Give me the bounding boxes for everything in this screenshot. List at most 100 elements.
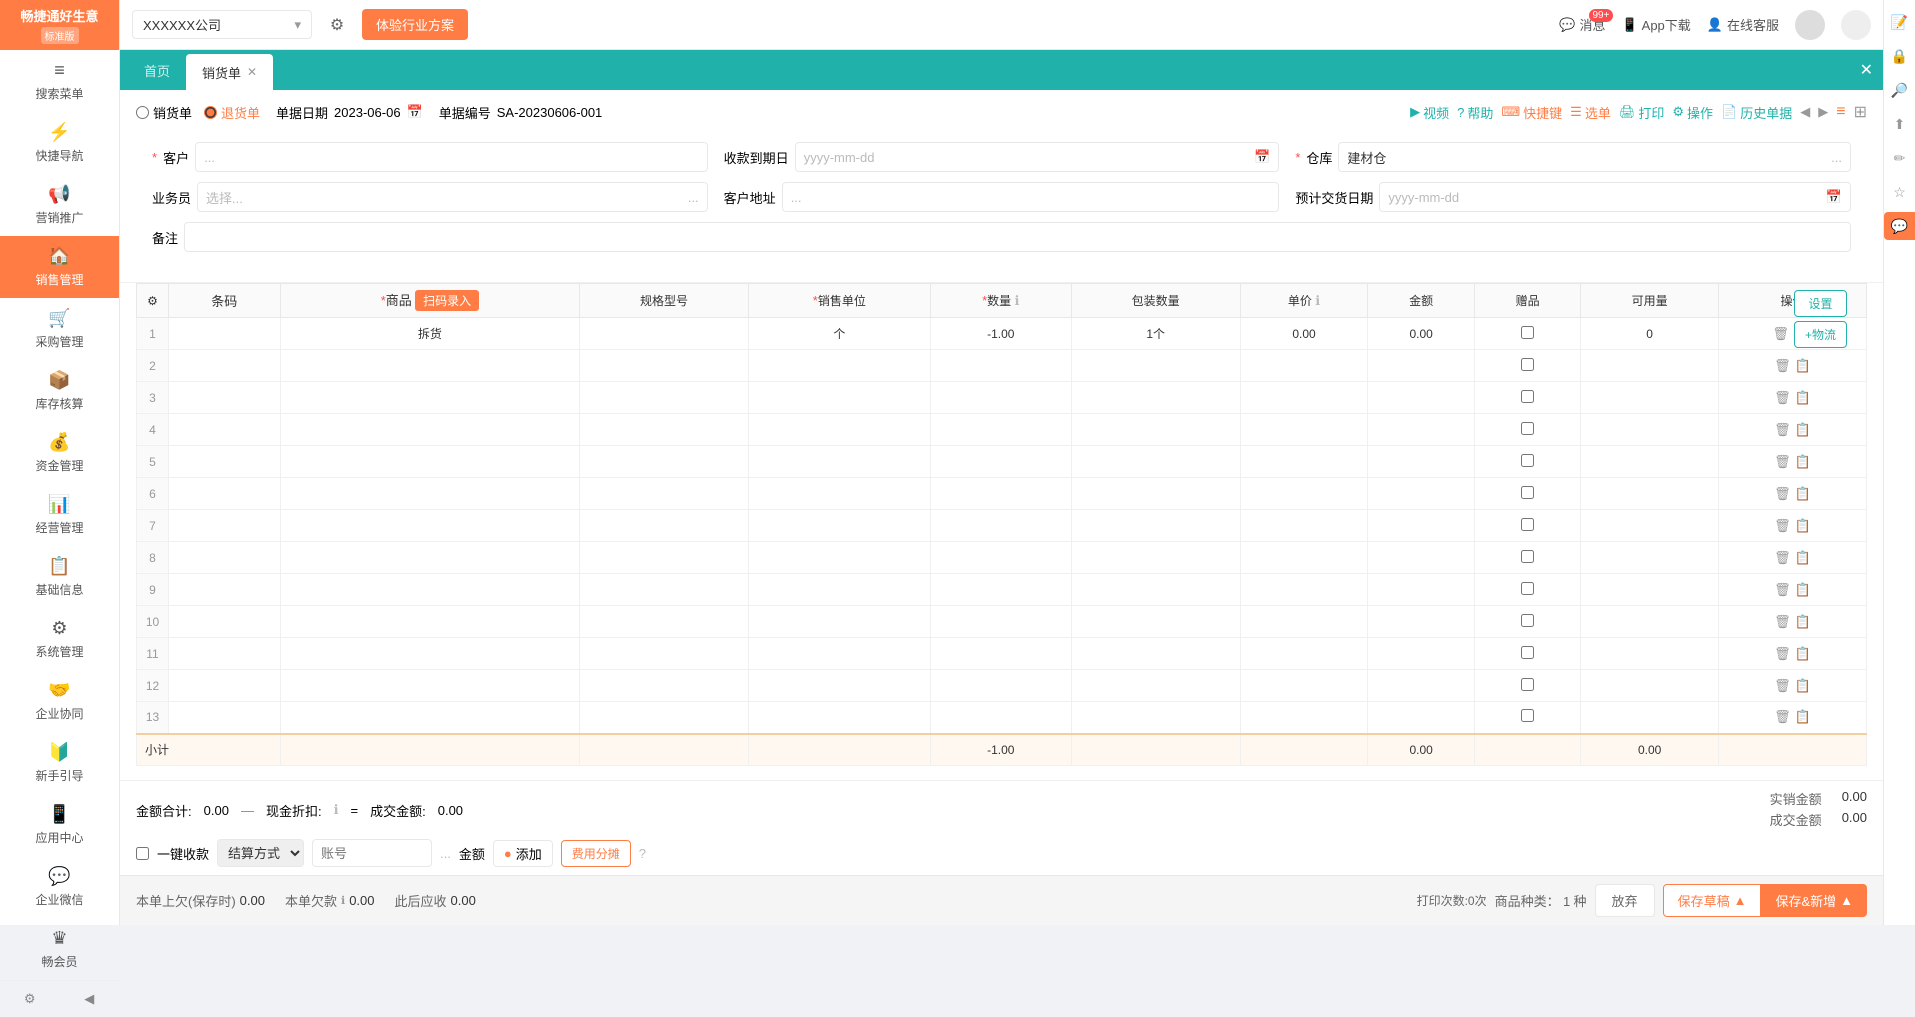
- due-date-input[interactable]: yyyy-mm-dd 📅: [795, 142, 1280, 172]
- app-download-btn[interactable]: 📱 App下载: [1621, 15, 1690, 34]
- tab-sales-order[interactable]: 销货单 ✕: [186, 54, 273, 90]
- row-1-gift-checkbox[interactable]: [1521, 326, 1534, 339]
- r2-amount[interactable]: [1368, 350, 1474, 382]
- radio-sales[interactable]: 销货单: [136, 103, 192, 122]
- tab-home[interactable]: 首页: [128, 50, 186, 90]
- row-1-gift[interactable]: [1474, 318, 1580, 350]
- r2-spec[interactable]: [580, 350, 749, 382]
- row-1-product[interactable]: 拆货: [280, 318, 580, 350]
- sidebar-item-inventory[interactable]: 📦 库存核算: [0, 360, 119, 422]
- help-btn[interactable]: ? 帮助: [1457, 103, 1493, 122]
- expected-delivery-input[interactable]: yyyy-mm-dd 📅: [1379, 182, 1851, 212]
- r2-pack[interactable]: [1071, 350, 1240, 382]
- rs-item-4[interactable]: ⬆: [1886, 110, 1914, 138]
- row-1-barcode[interactable]: [169, 318, 281, 350]
- r2-product[interactable]: [280, 350, 580, 382]
- sidebar-item-quick-nav[interactable]: ⚡ 快捷导航: [0, 112, 119, 174]
- sidebar-item-marketing[interactable]: 📢 营销推广: [0, 174, 119, 236]
- view-grid-icon[interactable]: ⊞: [1854, 102, 1867, 122]
- video-btn[interactable]: ▶ 视频: [1410, 103, 1449, 122]
- tab-close-icon[interactable]: ✕: [247, 65, 257, 79]
- bank-account-input[interactable]: [312, 839, 432, 867]
- notes-input[interactable]: [184, 222, 1851, 252]
- save-draft-btn[interactable]: 保存草稿 ▲: [1663, 884, 1762, 917]
- operation-btn[interactable]: ⚙ 操作: [1672, 103, 1713, 122]
- warehouse-input[interactable]: 建材仓 ...: [1338, 142, 1851, 172]
- sidebar-item-sales[interactable]: 🏠 销售管理: [0, 236, 119, 298]
- r2-del[interactable]: 🗑: [1774, 358, 1791, 373]
- salesperson-input[interactable]: 选择... ...: [197, 182, 708, 212]
- online-service-btn[interactable]: 👤 在线客服: [1707, 15, 1779, 34]
- trial-btn[interactable]: 体验行业方案: [362, 9, 468, 40]
- logistics-btn[interactable]: +物流: [1794, 321, 1847, 348]
- r2-unit[interactable]: [748, 350, 930, 382]
- company-selector[interactable]: XXXXXX公司 ▾: [132, 10, 312, 39]
- r3-gift-cb[interactable]: [1521, 390, 1534, 403]
- shortcut-btn[interactable]: ⌨ 快捷键: [1501, 103, 1562, 122]
- row-1-spec[interactable]: [580, 318, 749, 350]
- r2-gift[interactable]: [1474, 350, 1580, 382]
- fee-split-btn[interactable]: 费用分摊: [561, 840, 631, 867]
- r2-qty[interactable]: [930, 350, 1071, 382]
- save-new-btn[interactable]: 保存&新增 ▲: [1761, 884, 1867, 917]
- sidebar-item-system[interactable]: ⚙ 系统管理: [0, 608, 119, 670]
- r2-copy[interactable]: 📋: [1795, 358, 1811, 373]
- one-click-pay-checkbox[interactable]: [136, 847, 149, 860]
- col-settings[interactable]: ⚙: [137, 284, 169, 318]
- row-1-quantity[interactable]: -1.00: [930, 318, 1071, 350]
- tab-close-main-icon[interactable]: ✕: [1860, 60, 1873, 80]
- rs-item-3[interactable]: 🔎: [1886, 76, 1914, 104]
- r2-price[interactable]: [1240, 350, 1368, 382]
- r2-gift-cb[interactable]: [1521, 358, 1534, 371]
- r2-barcode[interactable]: [169, 350, 281, 382]
- next-icon[interactable]: ▶: [1818, 104, 1828, 120]
- row-1-delete-icon[interactable]: 🗑: [1772, 326, 1789, 341]
- view-list-icon[interactable]: ≡: [1836, 103, 1845, 121]
- user-avatar2[interactable]: [1841, 10, 1871, 40]
- row-1-unit-price[interactable]: 0.00: [1240, 318, 1368, 350]
- scan-btn[interactable]: 扫码录入: [415, 290, 479, 311]
- calendar-icon[interactable]: 📅: [407, 104, 423, 120]
- sidebar-item-purchase[interactable]: 🛒 采购管理: [0, 298, 119, 360]
- bank-dots[interactable]: ...: [440, 846, 451, 861]
- rs-item-6[interactable]: ☆: [1886, 178, 1914, 206]
- row-1-amount[interactable]: 0.00: [1368, 318, 1474, 350]
- sidebar-item-operations[interactable]: 📊 经营管理: [0, 484, 119, 546]
- row-1-unit[interactable]: 个: [748, 318, 930, 350]
- sidebar-item-basics[interactable]: 📋 基础信息: [0, 546, 119, 608]
- sidebar-item-member[interactable]: ♛ 畅会员: [0, 918, 119, 980]
- rs-item-7[interactable]: 💬: [1884, 212, 1915, 240]
- row-1-pack-qty[interactable]: 1个: [1071, 318, 1240, 350]
- rs-item-2[interactable]: 🔒: [1886, 42, 1914, 70]
- messages-btn[interactable]: 💬 消息 99+: [1559, 15, 1605, 34]
- customer-address-input[interactable]: ...: [782, 182, 1280, 212]
- select-order-btn[interactable]: ☰ 选单: [1570, 103, 1611, 122]
- radio-return[interactable]: 退货单: [204, 103, 260, 122]
- abandon-btn[interactable]: 放弃: [1595, 884, 1655, 917]
- debt-info-icon[interactable]: ℹ: [341, 894, 345, 907]
- topbar-gear-btn[interactable]: ⚙: [322, 10, 352, 40]
- sidebar-item-apps[interactable]: 📱 应用中心: [0, 794, 119, 856]
- radio-return-input[interactable]: [204, 106, 217, 119]
- sidebar-collapse-btn[interactable]: ◀: [60, 981, 120, 1017]
- rs-item-5[interactable]: ✏: [1886, 144, 1914, 172]
- sidebar-item-search[interactable]: ≡ 搜索菜单: [0, 50, 119, 112]
- settlement-method-select[interactable]: 结算方式: [217, 839, 304, 867]
- sidebar-item-wechat[interactable]: 💬 企业微信: [0, 856, 119, 918]
- radio-sales-input[interactable]: [136, 106, 149, 119]
- sidebar-item-finance[interactable]: 💰 资金管理: [0, 422, 119, 484]
- sidebar-item-enterprise[interactable]: 🤝 企业协同: [0, 670, 119, 732]
- discount-info-icon[interactable]: ℹ: [334, 802, 339, 818]
- history-order-btn[interactable]: 📄 历史单据: [1721, 103, 1792, 122]
- fee-help-icon[interactable]: ?: [639, 846, 646, 861]
- print-btn[interactable]: 🖨 打印: [1619, 103, 1665, 122]
- settings-btn[interactable]: 设置: [1794, 290, 1847, 317]
- prev-icon[interactable]: ◀: [1800, 104, 1810, 120]
- sidebar-item-guide[interactable]: 🔰 新手引导: [0, 732, 119, 794]
- sidebar-settings-btn[interactable]: ⚙: [0, 981, 60, 1017]
- rs-item-1[interactable]: 📝: [1886, 8, 1914, 36]
- r2-action: 🗑📋: [1718, 350, 1866, 382]
- add-btn[interactable]: ● 添加: [493, 840, 553, 867]
- customer-input[interactable]: ...: [195, 142, 708, 172]
- user-avatar[interactable]: [1795, 10, 1825, 40]
